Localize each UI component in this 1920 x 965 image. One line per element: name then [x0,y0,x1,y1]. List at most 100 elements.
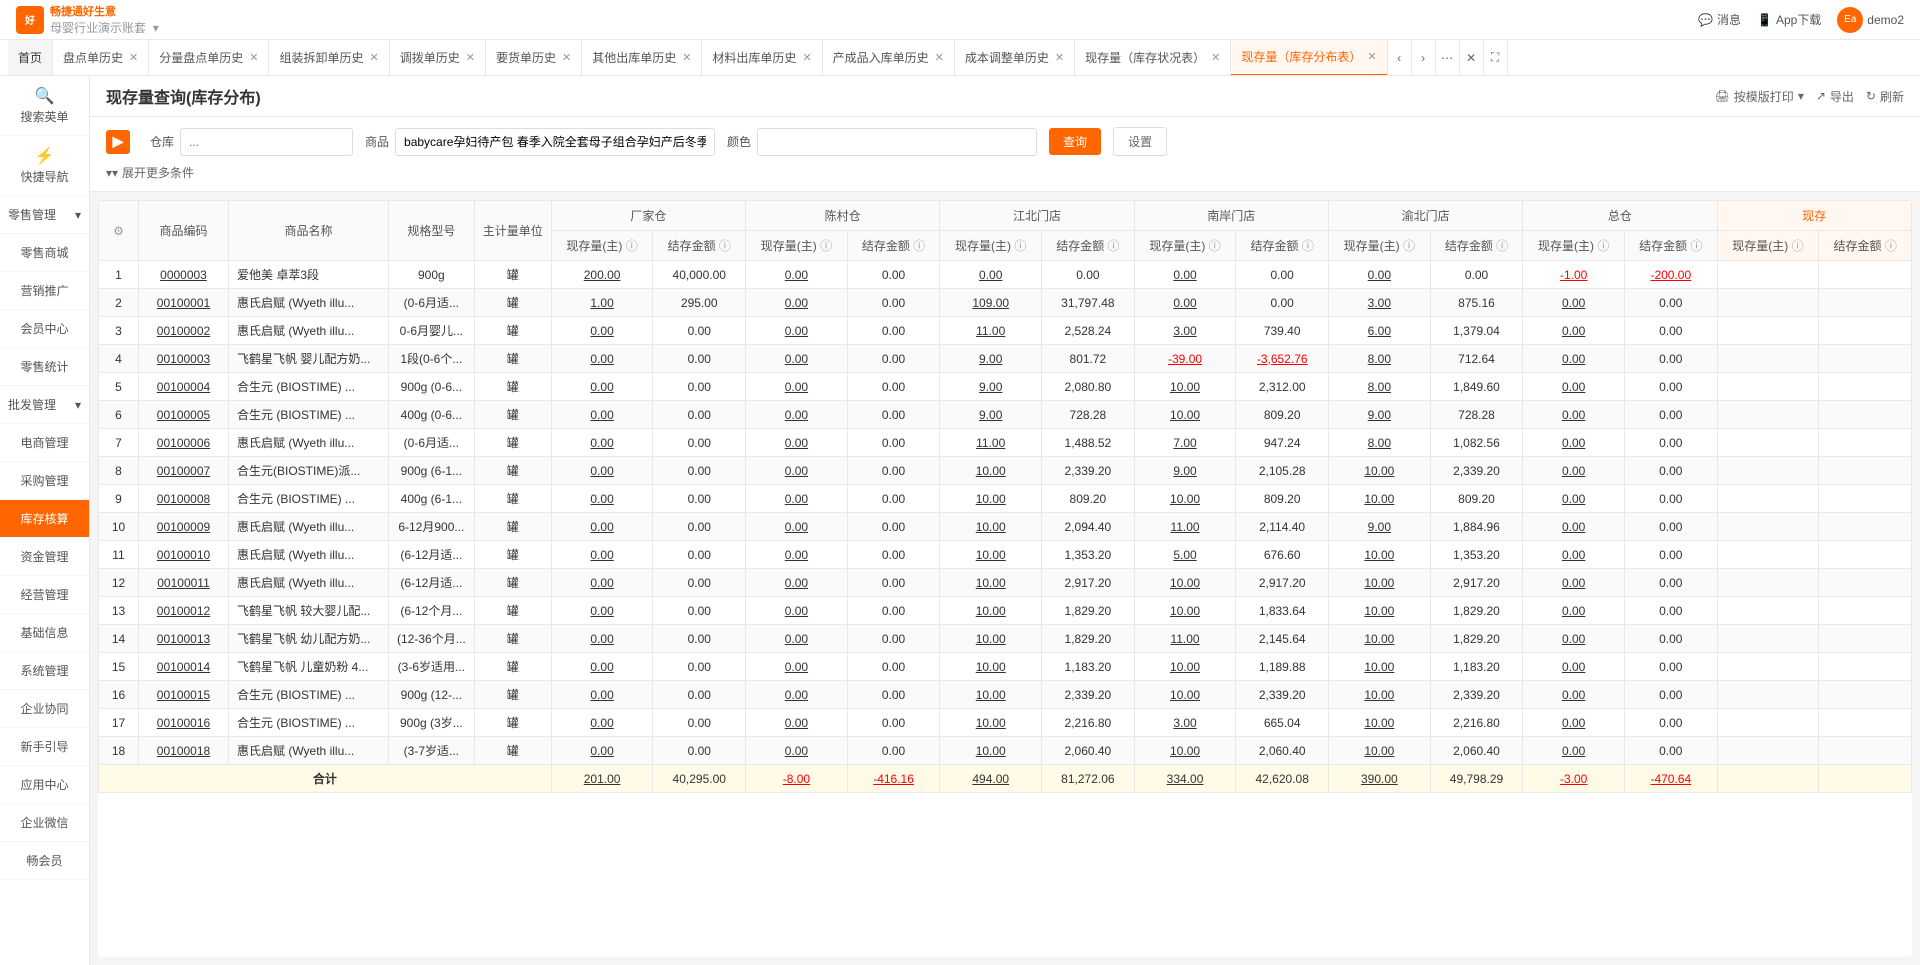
tab-material-out-history[interactable]: 材料出库单历史 ✕ [702,40,822,76]
cell-t-stock[interactable]: 0.00 [1523,625,1625,653]
message-btn[interactable]: 💬 消息 [1698,11,1741,28]
refresh-btn[interactable]: ↻ 刷新 [1866,88,1904,105]
cell-na-stock[interactable]: 11.00 [1134,513,1236,541]
cell-code[interactable]: 00100015 [139,681,229,709]
sidebar-item-finance[interactable]: 资金管理 [0,538,89,576]
cell-jb-stock[interactable]: 0.00 [940,261,1042,289]
cell-c-stock[interactable]: 0.00 [746,317,848,345]
cell-yb-stock[interactable]: 6.00 [1328,317,1430,345]
close-icon[interactable]: ✕ [1055,51,1064,64]
tab-home[interactable]: 首页 [8,40,53,76]
expand-more-btn[interactable]: ▾▾ 展开更多条件 [106,164,194,181]
cell-f-stock[interactable]: 0.00 [551,401,653,429]
cell-jb-stock[interactable]: 10.00 [940,625,1042,653]
cell-f-stock[interactable]: 0.00 [551,373,653,401]
cell-jb-stock[interactable]: 10.00 [940,457,1042,485]
tab-nav-right[interactable]: › [1412,40,1436,76]
cell-yb-stock[interactable]: 10.00 [1328,737,1430,765]
cell-na-stock[interactable]: 3.00 [1134,709,1236,737]
tab-assembly-history[interactable]: 组装拆卸单历史 ✕ [269,40,389,76]
cell-t-stock[interactable]: 0.00 [1523,569,1625,597]
gear-icon[interactable]: ⚙ [113,224,124,238]
tab-product-in-history[interactable]: 产成品入库单历史 ✕ [823,40,955,76]
cell-c-stock[interactable]: 0.00 [746,401,848,429]
cell-code[interactable]: 00100009 [139,513,229,541]
cell-code[interactable]: 00100016 [139,709,229,737]
cell-c-stock[interactable]: 0.00 [746,485,848,513]
tab-cost-adjust-history[interactable]: 成本调整单历史 ✕ [955,40,1075,76]
cell-t-stock[interactable]: 0.00 [1523,541,1625,569]
cell-jb-stock[interactable]: 11.00 [940,429,1042,457]
cell-f-stock[interactable]: 0.00 [551,569,653,597]
cell-na-stock[interactable]: 5.00 [1134,541,1236,569]
cell-na-stock[interactable]: 10.00 [1134,569,1236,597]
query-btn[interactable]: 查询 [1049,128,1101,155]
cell-c-stock[interactable]: 0.00 [746,345,848,373]
cell-c-stock[interactable]: 0.00 [746,541,848,569]
cell-na-stock[interactable]: 10.00 [1134,401,1236,429]
cell-code[interactable]: 00100007 [139,457,229,485]
tab-fullscreen[interactable]: ⛶ [1484,40,1508,76]
sidebar-item-basic-info[interactable]: 基础信息 [0,614,89,652]
cell-t-stock[interactable]: 0.00 [1523,429,1625,457]
cell-yb-stock[interactable]: 9.00 [1328,513,1430,541]
tab-stock-single-history[interactable]: 盘点单历史 ✕ [53,40,149,76]
cell-jb-stock[interactable]: 10.00 [940,569,1042,597]
tab-stock-dist[interactable]: 现存量（库存分布表）✕ [1231,40,1387,76]
cell-c-stock[interactable]: 0.00 [746,653,848,681]
cell-f-stock[interactable]: 0.00 [551,345,653,373]
cell-f-stock[interactable]: 0.00 [551,317,653,345]
cell-code[interactable]: 00100014 [139,653,229,681]
cell-yb-stock[interactable]: 10.00 [1328,485,1430,513]
sidebar-item-retail-stats[interactable]: 零售统计 [0,348,89,386]
cell-f-stock[interactable]: 0.00 [551,681,653,709]
cell-yb-stock[interactable]: 10.00 [1328,681,1430,709]
cell-code[interactable]: 00100008 [139,485,229,513]
cell-f-stock[interactable]: 0.00 [551,653,653,681]
sidebar-item-retail-mgmt[interactable]: 零售管理 ▾ [0,196,89,234]
tab-close-all[interactable]: ✕ [1460,40,1484,76]
close-icon[interactable]: ✕ [935,51,944,64]
cell-na-stock[interactable]: 0.00 [1134,261,1236,289]
cell-jb-stock[interactable]: 9.00 [940,373,1042,401]
cell-jb-stock[interactable]: 11.00 [940,317,1042,345]
cell-code[interactable]: 0000003 [139,261,229,289]
export-btn[interactable]: ↗ 导出 [1816,88,1854,105]
sidebar-item-app-center[interactable]: 应用中心 [0,766,89,804]
cell-f-stock[interactable]: 1.00 [551,289,653,317]
tab-nav-left[interactable]: ‹ [1388,40,1412,76]
cell-t-stock[interactable]: 0.00 [1523,737,1625,765]
cell-t-stock[interactable]: 0.00 [1523,485,1625,513]
sidebar-item-vip[interactable]: 畅会员 [0,842,89,880]
cell-c-stock[interactable]: 0.00 [746,513,848,541]
cell-code[interactable]: 00100006 [139,429,229,457]
cell-na-stock[interactable]: 3.00 [1134,317,1236,345]
sidebar-item-system[interactable]: 系统管理 [0,652,89,690]
cell-jb-stock[interactable]: 9.00 [940,401,1042,429]
cell-c-stock[interactable]: 0.00 [746,261,848,289]
cell-f-stock[interactable]: 0.00 [551,541,653,569]
cell-jb-stock[interactable]: 10.00 [940,653,1042,681]
cell-jb-stock[interactable]: 10.00 [940,485,1042,513]
close-icon[interactable]: ✕ [562,51,571,64]
print-btn[interactable]: 🖨 按模版打印 ▾ [1715,88,1804,105]
cell-code[interactable]: 00100011 [139,569,229,597]
warehouse-input[interactable] [180,128,353,156]
sidebar-item-nav[interactable]: ⚡ 快捷导航 [0,136,89,196]
tab-transfer-history[interactable]: 调拨单历史 ✕ [390,40,486,76]
cell-yb-stock[interactable]: 10.00 [1328,709,1430,737]
sidebar-item-marketing[interactable]: 营销推广 [0,272,89,310]
cell-na-stock[interactable]: 10.00 [1134,681,1236,709]
sidebar-item-search[interactable]: 🔍 搜索英单 [0,76,89,136]
settings-btn[interactable]: 设置 [1113,127,1167,156]
sidebar-item-stock[interactable]: 库存核算 [0,500,89,538]
cell-na-stock[interactable]: 0.00 [1134,289,1236,317]
cell-na-stock[interactable]: 7.00 [1134,429,1236,457]
close-icon[interactable]: ✕ [129,51,138,64]
cell-c-stock[interactable]: 0.00 [746,569,848,597]
cell-f-stock[interactable]: 0.00 [551,709,653,737]
cell-na-stock[interactable]: 10.00 [1134,485,1236,513]
cell-na-stock[interactable]: 10.00 [1134,653,1236,681]
sidebar-item-member[interactable]: 会员中心 [0,310,89,348]
cell-yb-stock[interactable]: 10.00 [1328,569,1430,597]
